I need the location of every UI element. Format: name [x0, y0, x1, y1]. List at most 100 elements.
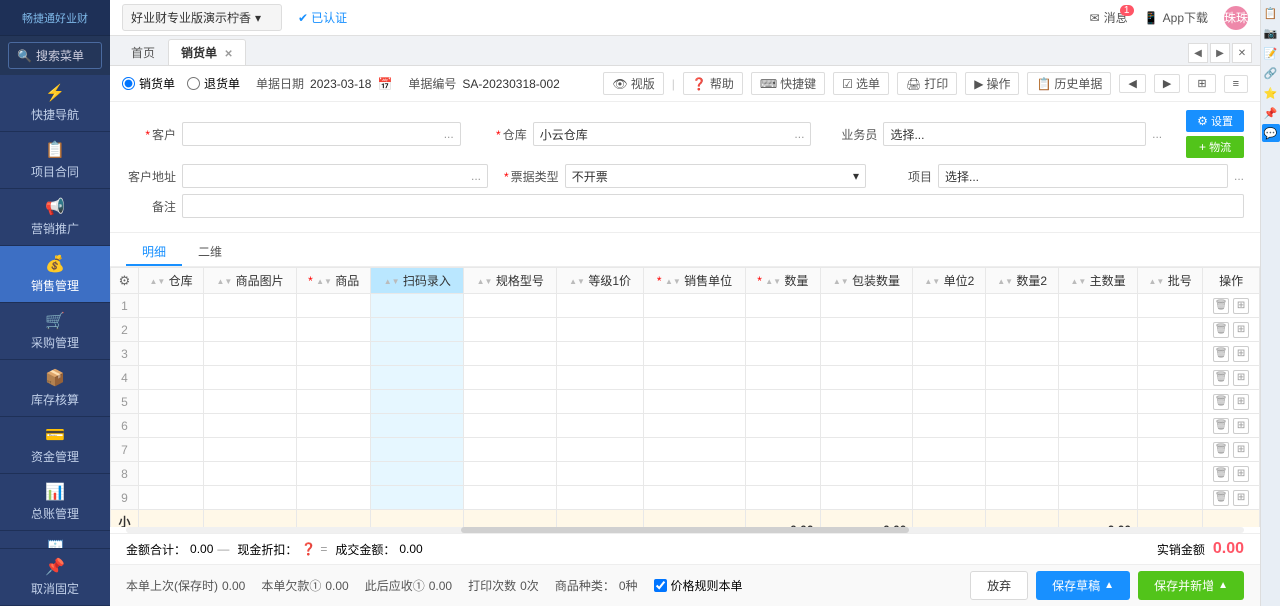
sidebar-item-inventory[interactable]: 📦 库存核算	[0, 360, 110, 417]
address-input[interactable]: ...	[182, 164, 488, 188]
row-cell[interactable]	[557, 486, 644, 510]
table-row[interactable]: 6 🗑 ⊞	[111, 414, 1260, 438]
row-cell[interactable]	[820, 318, 913, 342]
row-cell[interactable]	[746, 366, 820, 390]
customer-dots[interactable]: ...	[444, 127, 454, 141]
abandon-button[interactable]: 放弃	[970, 571, 1028, 600]
table-row[interactable]: 3 🗑 ⊞	[111, 342, 1260, 366]
row-cell[interactable]	[986, 342, 1059, 366]
row-cell[interactable]	[1138, 486, 1203, 510]
row-cell[interactable]	[557, 438, 644, 462]
row-cell[interactable]	[464, 366, 557, 390]
row-cell[interactable]	[643, 486, 745, 510]
row-cell[interactable]	[746, 486, 820, 510]
row-cell[interactable]	[464, 438, 557, 462]
row-cell[interactable]	[1059, 462, 1138, 486]
row-cell[interactable]	[297, 438, 371, 462]
row-cell[interactable]	[139, 294, 204, 318]
sidebar-item-purchase[interactable]: 🛒 采购管理	[0, 303, 110, 360]
sidebar-item-capital[interactable]: 💳 资金管理	[0, 417, 110, 474]
row-delete-btn[interactable]: 🗑	[1213, 442, 1229, 458]
row-cell[interactable]	[746, 438, 820, 462]
scroll-thumb[interactable]	[461, 527, 908, 533]
row-cell[interactable]	[820, 294, 913, 318]
row-cell[interactable]	[139, 438, 204, 462]
row-copy-btn[interactable]: ⊞	[1233, 418, 1249, 434]
address-dots[interactable]: ...	[471, 169, 481, 183]
row-cell[interactable]	[204, 294, 297, 318]
row-cell[interactable]	[297, 318, 371, 342]
row-delete-btn[interactable]: 🗑	[1213, 346, 1229, 362]
row-cell[interactable]	[1138, 390, 1203, 414]
row-cell[interactable]	[139, 414, 204, 438]
invoice-select[interactable]: 不开票 ▾	[565, 164, 866, 188]
row-cell[interactable]	[986, 414, 1059, 438]
row-cell[interactable]	[643, 438, 745, 462]
table-row[interactable]: 2 🗑 ⊞	[111, 318, 1260, 342]
row-cell[interactable]	[297, 366, 371, 390]
tab-home[interactable]: 首页	[118, 39, 168, 65]
price-rule-checkbox[interactable]: 价格规则本单	[654, 577, 743, 594]
right-icon-1[interactable]: 📋	[1262, 4, 1280, 22]
row-cell[interactable]	[643, 318, 745, 342]
row-cell[interactable]	[913, 462, 986, 486]
calendar-icon[interactable]: 📅	[377, 77, 392, 91]
table-row[interactable]: 5 🗑 ⊞	[111, 390, 1260, 414]
row-delete-btn[interactable]: 🗑	[1213, 418, 1229, 434]
sidebar-item-marketing[interactable]: 📢 营销推广	[0, 189, 110, 246]
right-icon-3[interactable]: 📝	[1262, 44, 1280, 62]
row-cell[interactable]	[557, 342, 644, 366]
row-cell[interactable]	[820, 438, 913, 462]
expand-btn[interactable]: ◀	[1119, 74, 1145, 93]
view-btn[interactable]: 👁 视版	[603, 72, 663, 95]
row-cell[interactable]	[746, 342, 820, 366]
row-cell[interactable]	[1059, 366, 1138, 390]
row-cell[interactable]	[204, 342, 297, 366]
row-cell[interactable]	[204, 486, 297, 510]
row-cell[interactable]	[913, 342, 986, 366]
row-cell[interactable]	[139, 366, 204, 390]
sidebar-item-invoice[interactable]: 🧾 发票管理	[0, 531, 110, 548]
tab-prev-button[interactable]: ◀	[1188, 43, 1208, 63]
tab-close-icon[interactable]: ✕	[224, 49, 232, 60]
warehouse-input[interactable]: 小云仓库 ...	[533, 122, 812, 146]
row-cell[interactable]	[913, 318, 986, 342]
row-cell[interactable]	[557, 318, 644, 342]
row-cell[interactable]	[1138, 438, 1203, 462]
warehouse-dots[interactable]: ...	[794, 127, 804, 141]
row-cell[interactable]	[204, 318, 297, 342]
row-copy-btn[interactable]: ⊞	[1233, 394, 1249, 410]
row-cell[interactable]	[139, 486, 204, 510]
row-cell[interactable]	[371, 294, 464, 318]
row-copy-btn[interactable]: ⊞	[1233, 442, 1249, 458]
row-cell[interactable]	[464, 342, 557, 366]
grid-view-btn[interactable]: ⊞	[1188, 74, 1215, 93]
row-cell[interactable]	[557, 294, 644, 318]
row-cell[interactable]	[746, 462, 820, 486]
sidebar-item-quick-nav[interactable]: ⚡ 快捷导航	[0, 75, 110, 132]
row-cell[interactable]	[1059, 390, 1138, 414]
row-copy-btn[interactable]: ⊞	[1233, 322, 1249, 338]
price-rule-check-input[interactable]	[654, 579, 667, 592]
row-cell[interactable]	[204, 414, 297, 438]
sidebar-item-unpin[interactable]: 📌 取消固定	[0, 548, 110, 606]
tab-close-all-button[interactable]: ✕	[1232, 43, 1252, 63]
row-cell[interactable]	[746, 414, 820, 438]
row-cell[interactable]	[139, 462, 204, 486]
user-avatar[interactable]: 珠珠	[1224, 6, 1248, 30]
row-cell[interactable]	[1059, 342, 1138, 366]
row-cell[interactable]	[820, 414, 913, 438]
row-copy-btn[interactable]: ⊞	[1233, 490, 1249, 506]
col-settings-icon[interactable]: ⚙	[119, 273, 131, 288]
save-draft-button[interactable]: 保存草稿 ▲	[1036, 571, 1130, 600]
row-cell[interactable]	[986, 486, 1059, 510]
tab-2d[interactable]: 二维	[182, 239, 238, 266]
app-download-button[interactable]: 📱 App下载	[1144, 9, 1208, 26]
row-delete-btn[interactable]: 🗑	[1213, 322, 1229, 338]
radio-return-order[interactable]: 退货单	[187, 75, 240, 92]
row-copy-btn[interactable]: ⊞	[1233, 370, 1249, 386]
row-cell[interactable]	[913, 486, 986, 510]
row-cell[interactable]	[557, 390, 644, 414]
row-cell[interactable]	[1138, 294, 1203, 318]
row-delete-btn[interactable]: 🗑	[1213, 298, 1229, 314]
